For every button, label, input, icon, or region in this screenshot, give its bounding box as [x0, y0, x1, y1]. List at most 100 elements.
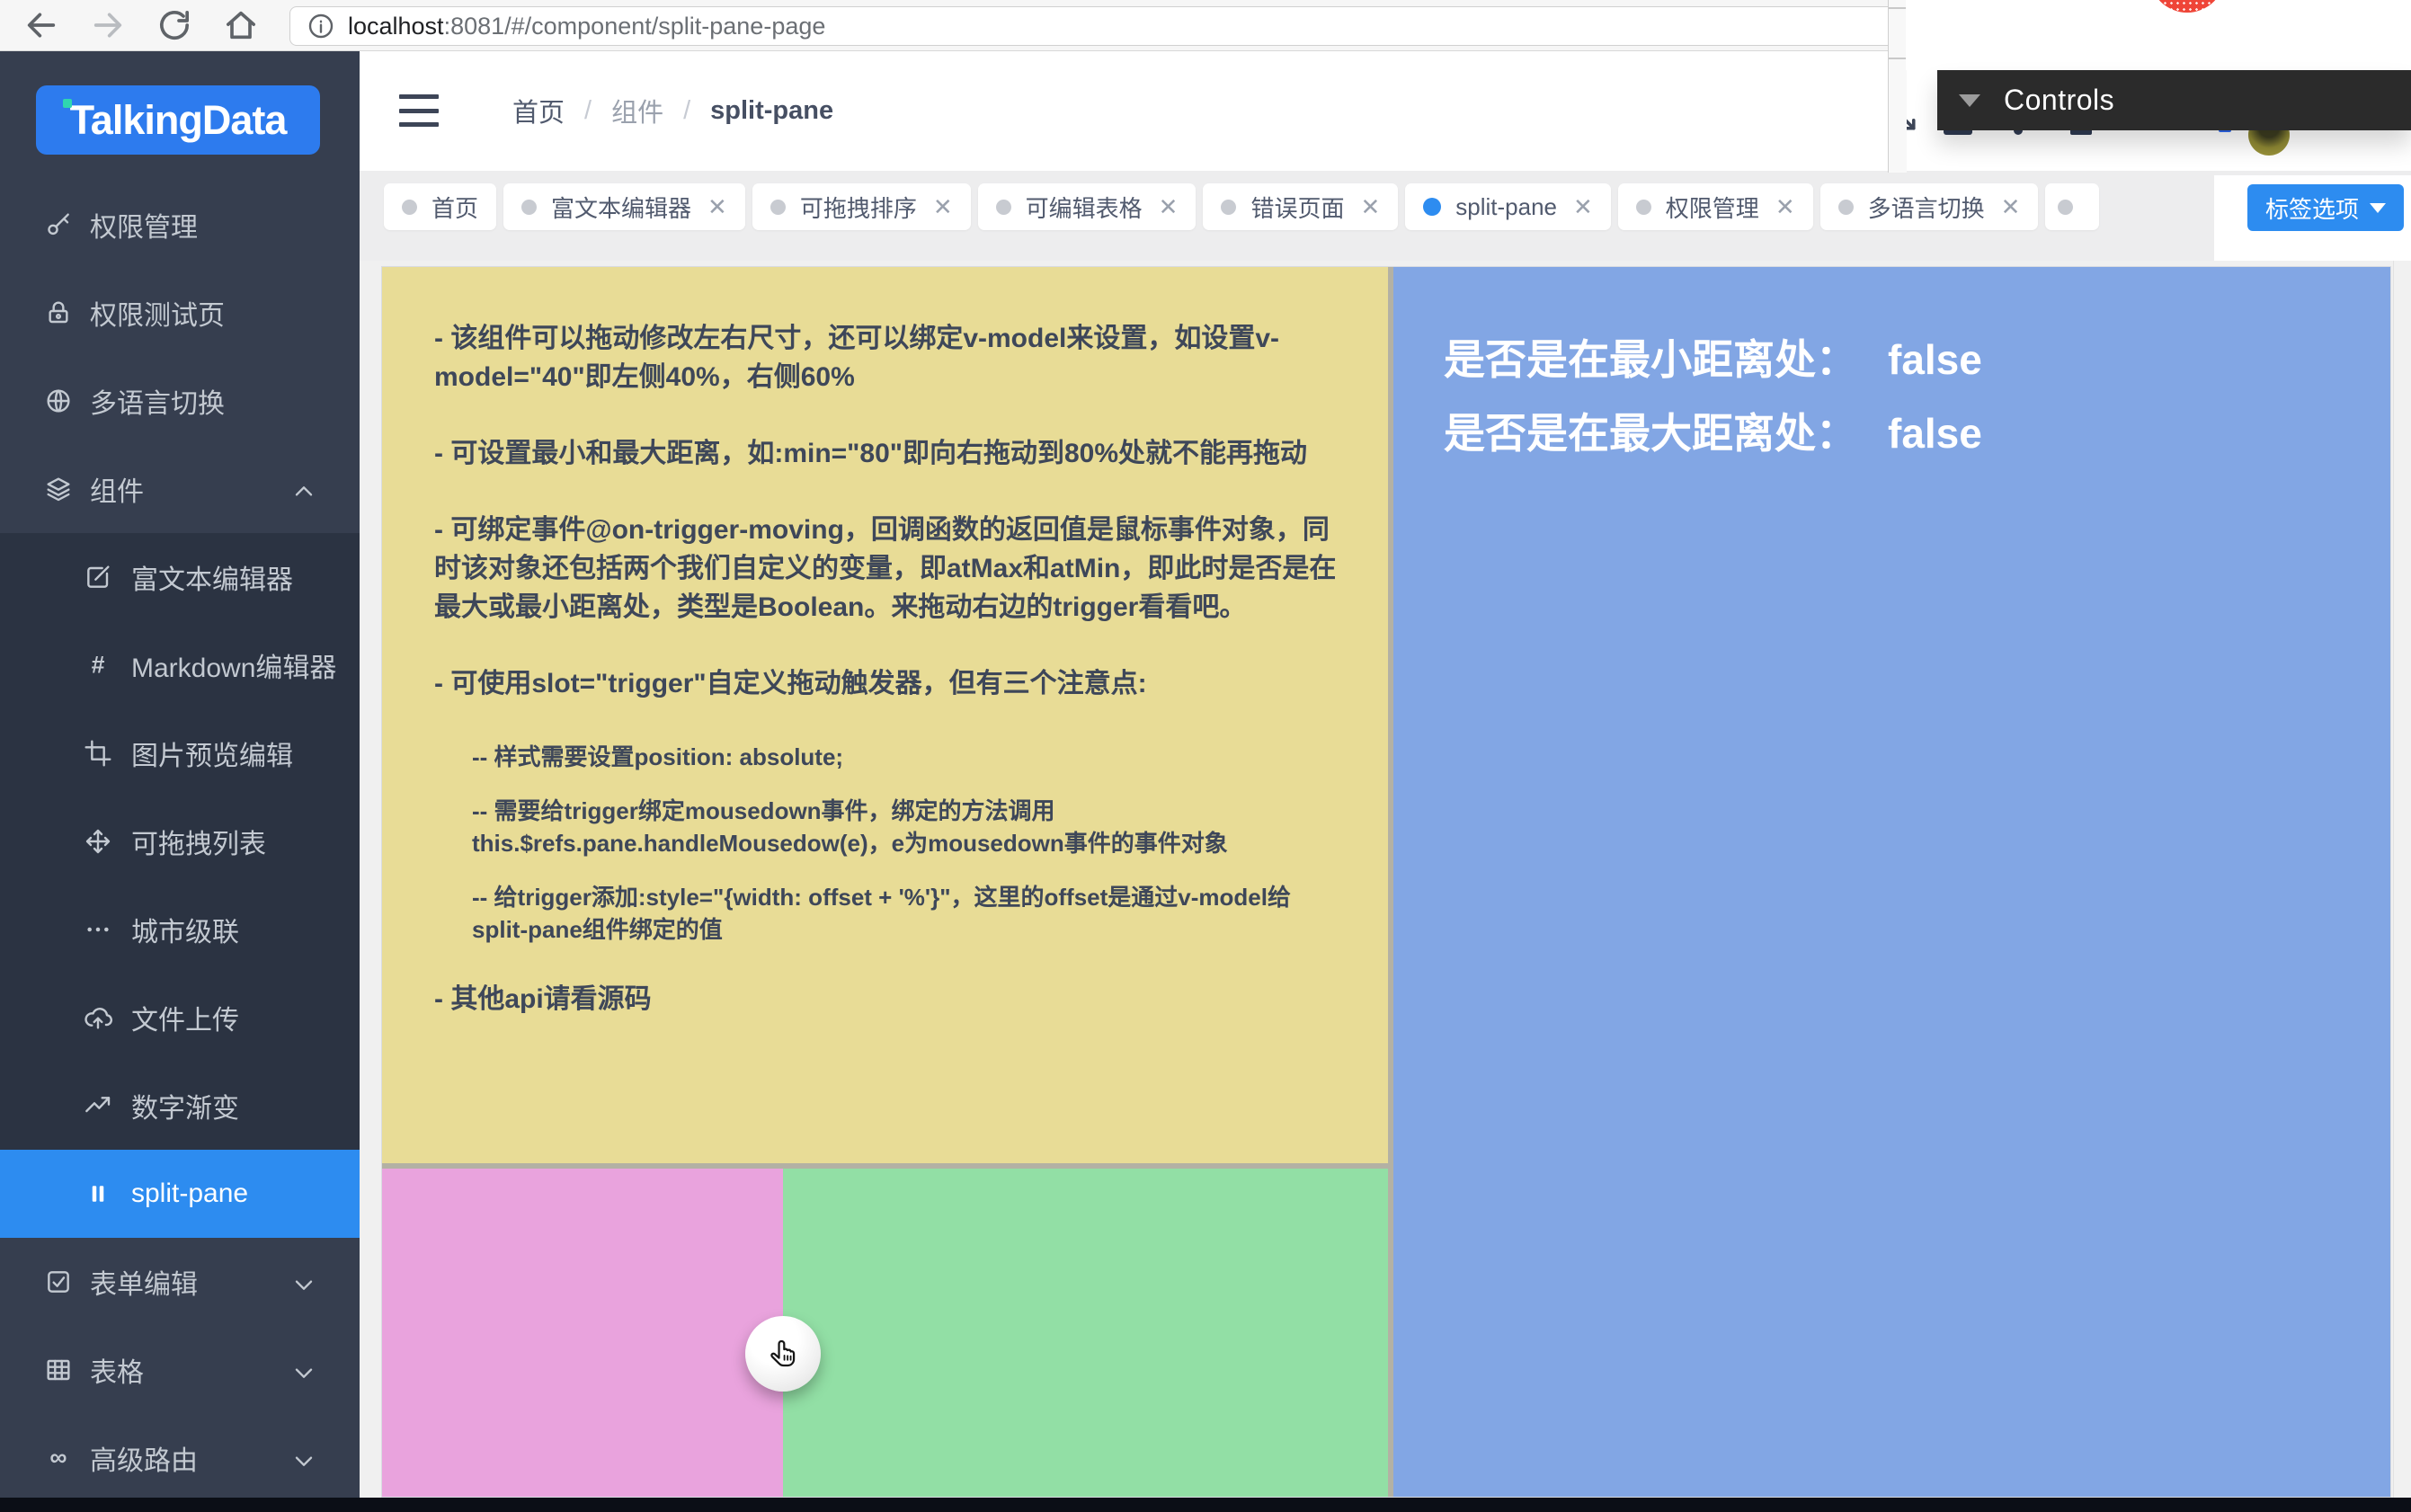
- sidebar-item-数字渐变[interactable]: 数字渐变: [0, 1062, 360, 1150]
- sidebar-nav: 权限管理权限测试页多语言切换组件富文本编辑器 # Markdown编辑器图片预览编辑…: [0, 181, 360, 1502]
- compose-icon: [83, 562, 113, 592]
- status-label: 是否是在最小距离处：: [1444, 336, 1857, 383]
- tab-dot-icon: [402, 199, 417, 215]
- tabs: 首页 富文本编辑器 ✕ 可拖拽排序 ✕ 可编辑表格 ✕ 错误页面 ✕ split-pane ✕ 权限管…: [384, 183, 2100, 230]
- tab-label: 富文本编辑器: [551, 194, 692, 222]
- sidebar-item-富文本编辑器[interactable]: 富文本编辑器: [0, 533, 360, 621]
- move-icon: [83, 826, 113, 857]
- disclosure-triangle-icon[interactable]: [1959, 93, 1980, 107]
- sidebar-item-权限测试页[interactable]: 权限测试页: [0, 269, 360, 357]
- logo[interactable]: TalkingData: [36, 85, 320, 155]
- sidebar-item-label: 多语言切换: [90, 389, 225, 419]
- close-icon[interactable]: ✕: [1573, 195, 1593, 218]
- tab-多语言切换[interactable]: 多语言切换 ✕: [1819, 183, 2039, 230]
- breadcrumb-current: split-pane: [710, 95, 834, 125]
- caret-down-icon: [2370, 202, 2387, 213]
- tab-partial[interactable]: [2045, 183, 2100, 230]
- status-label: 是否是在最大距离处：: [1444, 410, 1857, 457]
- close-icon[interactable]: ✕: [707, 195, 727, 218]
- sidebar-item-label: 表单编辑: [90, 1270, 198, 1300]
- close-icon[interactable]: ✕: [2001, 195, 2021, 218]
- chevron-down-icon: [289, 1446, 313, 1470]
- tab-options-button[interactable]: 标签选项: [2247, 184, 2405, 231]
- checkbox-icon: [43, 1267, 74, 1297]
- browser-home-icon[interactable]: [223, 7, 259, 43]
- logo-text: TalkingData: [62, 97, 287, 144]
- sidebar-item-文件上传[interactable]: 文件上传: [0, 974, 360, 1062]
- breadcrumb-component[interactable]: 组件: [611, 92, 663, 129]
- tab-权限管理[interactable]: 权限管理 ✕: [1617, 183, 1813, 230]
- sidebar-item-label: 图片预览编辑: [131, 742, 293, 771]
- breadcrumb-home[interactable]: 首页: [512, 92, 565, 129]
- tab-dot-icon: [770, 199, 786, 215]
- sidebar-item-可拖拽列表[interactable]: 可拖拽列表: [0, 797, 360, 885]
- browser-back-icon[interactable]: [23, 7, 59, 43]
- sidebar-item-权限管理[interactable]: 权限管理: [0, 181, 360, 269]
- crop-icon: [83, 738, 113, 769]
- sidebar-item-label: Markdown编辑器: [131, 654, 337, 683]
- sidebar: TalkingData 权限管理权限测试页多语言切换组件富文本编辑器 # Markd…: [0, 50, 360, 1498]
- sidebar-item-城市级联[interactable]: 城市级联: [0, 885, 360, 974]
- lock-icon: [43, 298, 74, 328]
- globe-icon: [43, 386, 74, 416]
- doc-paragraph: - 可绑定事件@on-trigger-moving，回调函数的返回值是鼠标事件对…: [434, 515, 1337, 622]
- browser-refresh-icon[interactable]: [156, 7, 192, 43]
- sidebar-item-split-pane[interactable]: split-pane: [0, 1150, 360, 1238]
- tab-label: 可拖拽排序: [799, 194, 917, 222]
- tab-富文本编辑器[interactable]: 富文本编辑器 ✕: [503, 183, 745, 230]
- tab-dot-icon: [1837, 199, 1854, 215]
- sidebar-item-label: 权限管理: [90, 213, 198, 243]
- site-info-icon[interactable]: [307, 12, 335, 40]
- trending-icon: [83, 1090, 113, 1121]
- tab-bar: 首页 富文本编辑器 ✕ 可拖拽排序 ✕ 可编辑表格 ✕ 错误页面 ✕ split-pane ✕ 权限管…: [360, 171, 2411, 261]
- doc-paragraph: - 可设置最小和最大距离，如:min="80"即向右拖动到80%处就不能再拖动: [434, 439, 1308, 468]
- breadcrumb: 首页 / 组件 / split-pane: [512, 50, 833, 171]
- table-icon: [43, 1355, 74, 1385]
- tab-错误页面[interactable]: 错误页面 ✕: [1203, 183, 1399, 230]
- sidebar-item-label: 高级路由: [90, 1446, 198, 1476]
- browser-forward-icon[interactable]: [90, 7, 126, 43]
- tab-label: 权限管理: [1665, 194, 1759, 222]
- sidebar-item-表单编辑[interactable]: 表单编辑: [0, 1238, 360, 1326]
- bottom-edge: [0, 1498, 2411, 1512]
- tab-dot-icon: [995, 199, 1011, 215]
- sidebar-item-label: 组件: [90, 477, 144, 507]
- split-drag-handle[interactable]: [745, 1316, 821, 1392]
- doc-paragraph: -- 需要给trigger绑定mousedown事件，绑定的方法调用 this.…: [472, 797, 1228, 857]
- overlay-scrollbar[interactable]: [1888, 0, 1907, 173]
- tab-可拖拽排序[interactable]: 可拖拽排序 ✕: [752, 183, 971, 230]
- close-icon[interactable]: ✕: [933, 195, 953, 218]
- tab-首页[interactable]: 首页: [384, 183, 497, 230]
- sidebar-item-label: 表格: [90, 1358, 144, 1388]
- green-pane: [783, 1169, 1388, 1497]
- tab-label: 可编辑表格: [1025, 194, 1143, 222]
- overlay-panel: [1906, 0, 2411, 70]
- doc-paragraph: -- 给trigger添加:style="{width: offset + '%…: [472, 884, 1291, 943]
- sidebar-item-组件[interactable]: 组件: [0, 445, 360, 533]
- doc-pane: - 该组件可以拖动修改左右尺寸，还可以绑定v-model来设置，如设置v-mod…: [382, 267, 1388, 1163]
- status-line: 是否是在最大距离处： false: [1444, 396, 2390, 470]
- controls-label: Controls: [2004, 84, 2115, 116]
- chevron-down-icon: [289, 1358, 313, 1382]
- sidebar-item-label: 数字渐变: [131, 1094, 239, 1124]
- scrollbar[interactable]: [2393, 261, 2411, 1498]
- tab-label: 多语言切换: [1867, 194, 1985, 222]
- tab-split-pane[interactable]: split-pane ✕: [1405, 183, 1611, 230]
- close-icon[interactable]: ✕: [1360, 195, 1380, 218]
- sidebar-item-图片预览编辑[interactable]: 图片预览编辑: [0, 709, 360, 797]
- close-icon[interactable]: ✕: [1159, 195, 1179, 218]
- close-icon[interactable]: ✕: [1775, 195, 1795, 218]
- status-value: false: [1888, 336, 1982, 383]
- ellipsis-icon: [83, 914, 113, 945]
- hamburger-menu-icon[interactable]: [399, 94, 439, 127]
- tab-label: split-pane: [1455, 192, 1557, 220]
- tab-可编辑表格[interactable]: 可编辑表格 ✕: [977, 183, 1197, 230]
- doc-paragraph: - 其他api请看源码: [434, 984, 652, 1014]
- controls-bar[interactable]: Controls: [1937, 70, 2411, 130]
- url-text: localhost:8081/#/component/split-pane-pa…: [348, 12, 826, 40]
- sidebar-item-表格[interactable]: 表格: [0, 1326, 360, 1414]
- sidebar-item-多语言切换[interactable]: 多语言切换: [0, 357, 360, 445]
- sidebar-item-高级路由[interactable]: ∞ 高级路由: [0, 1414, 360, 1502]
- sidebar-item-label: split-pane: [131, 1178, 249, 1208]
- sidebar-item-Markdown编辑器[interactable]: # Markdown编辑器: [0, 621, 360, 709]
